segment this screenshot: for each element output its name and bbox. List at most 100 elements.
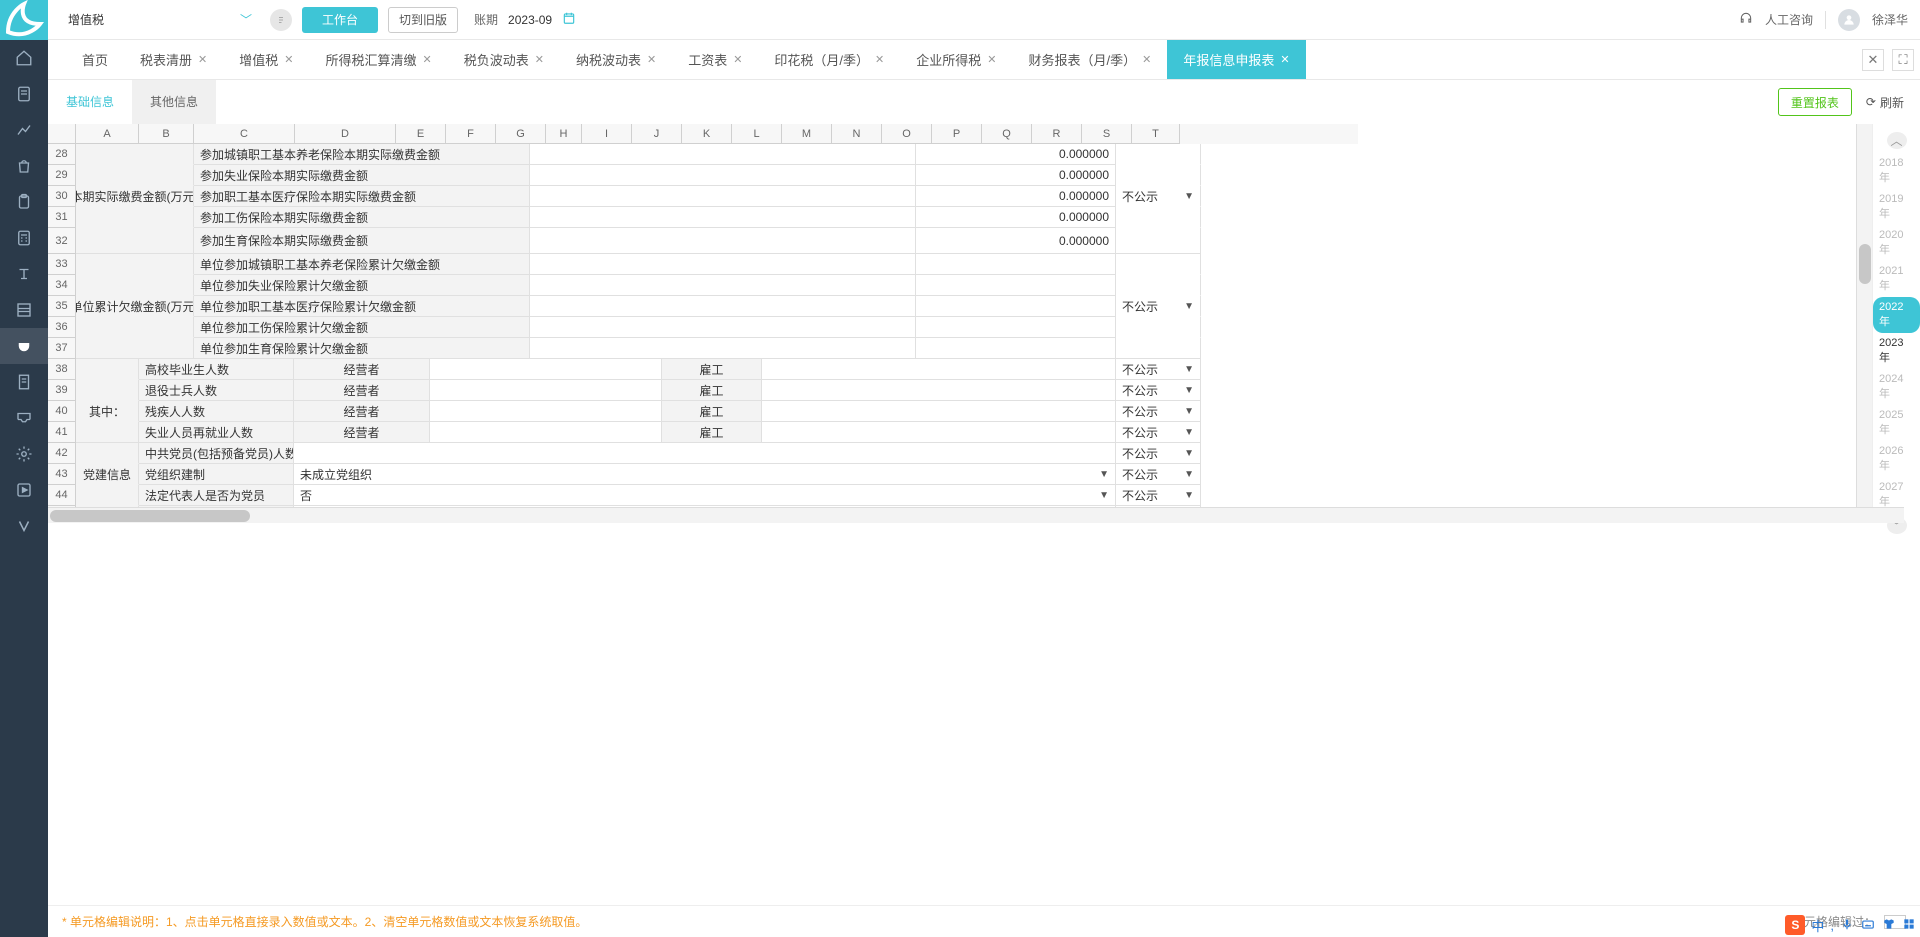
year-item[interactable]: 2021年	[1873, 261, 1920, 297]
input-cell[interactable]	[530, 254, 916, 275]
close-icon[interactable]: ✕	[423, 53, 432, 66]
year-item[interactable]: 2024年	[1873, 369, 1920, 405]
nav-gear-icon[interactable]	[0, 436, 48, 472]
tab-stamp[interactable]: 印花税（月/季）✕	[758, 40, 900, 79]
publish-cell[interactable]	[1116, 275, 1201, 296]
horizontal-scrollbar[interactable]	[48, 507, 1904, 523]
publish-cell[interactable]: 不公示▼	[1116, 359, 1201, 380]
reset-report-button[interactable]: 重置报表	[1778, 88, 1852, 116]
switch-old-button[interactable]: 切到旧版	[388, 7, 458, 33]
tab-tax-list[interactable]: 税表清册✕	[124, 40, 223, 79]
row-header[interactable]: 31	[48, 207, 76, 228]
nav-clipboard-icon[interactable]	[0, 184, 48, 220]
publish-cell[interactable]: 不公示▼	[1116, 443, 1201, 464]
value-cell[interactable]	[916, 275, 1116, 296]
year-up-icon[interactable]: ︿	[1887, 132, 1907, 149]
refresh-button[interactable]: ⟳ 刷新	[1866, 94, 1904, 111]
row-header[interactable]: 34	[48, 275, 76, 296]
publish-cell[interactable]	[1116, 254, 1201, 275]
tab-home[interactable]: 首页	[66, 40, 124, 79]
user-avatar[interactable]	[1838, 9, 1860, 31]
input-cell[interactable]	[762, 401, 1116, 422]
publish-cell[interactable]: 不公示▼	[1116, 485, 1201, 506]
publish-cell[interactable]: 不公示▼	[1116, 380, 1201, 401]
tab-salary[interactable]: 工资表✕	[672, 40, 758, 79]
input-cell[interactable]	[530, 275, 916, 296]
close-icon[interactable]: ✕	[284, 53, 293, 66]
row-header[interactable]: 41	[48, 422, 76, 443]
publish-cell[interactable]: 不公示▼	[1116, 296, 1201, 317]
row-header[interactable]: 39	[48, 380, 76, 401]
expand-icon[interactable]: ⛶	[1892, 49, 1914, 71]
row-header[interactable]: 30	[48, 186, 76, 207]
nav-chart-icon[interactable]	[0, 112, 48, 148]
year-item[interactable]: 2020年	[1873, 225, 1920, 261]
ime-mic-icon[interactable]	[1840, 917, 1854, 934]
row-header[interactable]: 36	[48, 317, 76, 338]
close-icon[interactable]: ✕	[535, 53, 544, 66]
row-header[interactable]: 33	[48, 254, 76, 275]
publish-cell[interactable]	[1116, 317, 1201, 338]
publish-cell[interactable]	[1116, 228, 1201, 254]
tab-tax-pay[interactable]: 纳税波动表✕	[560, 40, 672, 79]
nav-bag-icon[interactable]	[0, 148, 48, 184]
company-selector[interactable]: 增值税 ﹀	[60, 6, 260, 34]
ime-lang[interactable]: 中	[1811, 916, 1824, 935]
publish-cell[interactable]	[1116, 207, 1201, 228]
close-icon[interactable]: ✕	[198, 53, 207, 66]
tab-annual-report[interactable]: 年报信息申报表✕	[1167, 40, 1305, 79]
row-header[interactable]: 37	[48, 338, 76, 359]
value-cell[interactable]: 0.000000	[916, 165, 1116, 186]
ime-skin-icon[interactable]	[1882, 917, 1896, 934]
workbench-button[interactable]: 工作台	[302, 7, 378, 33]
input-cell[interactable]	[430, 380, 662, 401]
row-header[interactable]: 40	[48, 401, 76, 422]
input-cell[interactable]	[430, 359, 662, 380]
value-cell[interactable]	[916, 296, 1116, 317]
vertical-scrollbar[interactable]	[1856, 124, 1872, 507]
ime-keyboard-icon[interactable]	[1860, 917, 1876, 934]
input-cell[interactable]	[530, 186, 916, 207]
tab-income-settle[interactable]: 所得税汇算清缴✕	[309, 40, 447, 79]
ime-badge-icon[interactable]: S	[1785, 915, 1805, 935]
row-header[interactable]: 29	[48, 165, 76, 186]
input-cell[interactable]	[430, 422, 662, 443]
round-icon-button[interactable]	[270, 9, 292, 31]
support-link[interactable]: 人工咨询	[1765, 11, 1813, 28]
user-name[interactable]: 徐泽华	[1872, 11, 1908, 28]
row-header[interactable]: 28	[48, 144, 76, 165]
close-icon[interactable]: ✕	[987, 53, 996, 66]
nav-text-icon[interactable]	[0, 256, 48, 292]
value-cell[interactable]: 0.000000	[916, 228, 1116, 254]
year-item[interactable]: 2025年	[1873, 405, 1920, 441]
input-cell[interactable]	[530, 338, 916, 359]
input-cell[interactable]	[762, 359, 1116, 380]
tab-corp-income[interactable]: 企业所得税✕	[900, 40, 1012, 79]
value-cell[interactable]: 0.000000	[916, 144, 1116, 165]
input-cell[interactable]	[762, 380, 1116, 401]
close-icon[interactable]: ✕	[875, 53, 884, 66]
close-icon[interactable]: ✕	[1142, 53, 1151, 66]
input-cell[interactable]	[530, 228, 916, 254]
publish-cell[interactable]: 不公示▼	[1116, 422, 1201, 443]
row-header[interactable]: 35	[48, 296, 76, 317]
close-all-icon[interactable]: ✕	[1862, 49, 1884, 71]
close-icon[interactable]: ✕	[647, 53, 656, 66]
year-item[interactable]: 2019年	[1873, 189, 1920, 225]
publish-cell[interactable]: 不公示▼	[1116, 401, 1201, 422]
ime-punct[interactable]: ,	[1830, 918, 1834, 933]
subtab-basic[interactable]: 基础信息	[48, 80, 132, 124]
row-header[interactable]: 32	[48, 228, 76, 254]
nav-home-icon[interactable]	[0, 40, 48, 76]
row-header[interactable]: 44	[48, 485, 76, 506]
year-item[interactable]: 2023年	[1873, 333, 1920, 369]
nav-inbox-icon[interactable]	[0, 400, 48, 436]
publish-cell[interactable]: 不公示▼	[1116, 464, 1201, 485]
spreadsheet[interactable]: A B C D E F G H I J K L M N O	[48, 124, 1856, 507]
input-cell[interactable]	[530, 207, 916, 228]
input-cell[interactable]	[530, 144, 916, 165]
tab-tax-burden[interactable]: 税负波动表✕	[448, 40, 560, 79]
subtab-other[interactable]: 其他信息	[132, 80, 216, 124]
value-cell[interactable]: 0.000000	[916, 207, 1116, 228]
row-header[interactable]: 42	[48, 443, 76, 464]
